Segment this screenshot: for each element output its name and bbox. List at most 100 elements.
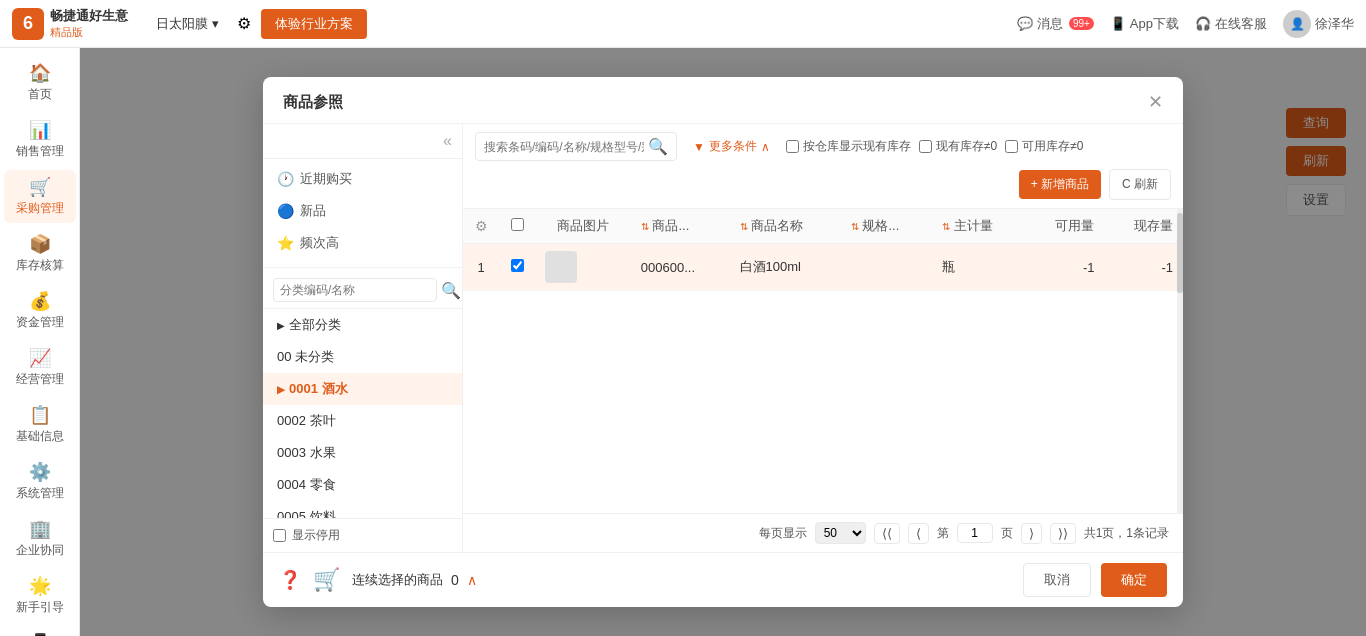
- sidebar-item-operations[interactable]: 📈 经营管理: [4, 341, 76, 394]
- collapse-panel-btn[interactable]: «: [443, 132, 452, 150]
- filter-icon: ▼: [693, 140, 705, 154]
- headset-icon: 🎧: [1195, 16, 1211, 31]
- cart-icon: 🛒: [313, 567, 340, 592]
- quick-link-frequent[interactable]: ⭐ 频次高: [263, 227, 462, 259]
- left-panel: « 🕐 近期购买 🔵 新品 ⭐: [263, 124, 463, 552]
- cart-collapse-icon[interactable]: ∧: [467, 572, 477, 588]
- right-toolbar: 🔍 ▼ 更多条件 ∧ 按仓库显示现有库存: [463, 124, 1183, 209]
- sidebar-label-inventory: 库存核算: [16, 257, 64, 274]
- sidebar-item-basics[interactable]: 📋 基础信息: [4, 398, 76, 451]
- help-icon[interactable]: ❓: [279, 569, 301, 591]
- cat-0003-label: 0003 水果: [277, 444, 336, 462]
- show-disabled-checkbox[interactable]: [273, 529, 286, 542]
- settings-icon[interactable]: ⚙: [237, 14, 251, 33]
- per-page-select[interactable]: 50 100 200: [815, 522, 866, 544]
- column-settings-icon[interactable]: ⚙: [475, 218, 488, 234]
- collab-icon: 🏢: [29, 518, 51, 540]
- page-number-input[interactable]: [957, 523, 993, 543]
- first-page-btn[interactable]: ⟨⟨: [874, 523, 900, 544]
- last-page-btn[interactable]: ⟩⟩: [1050, 523, 1076, 544]
- category-search-input[interactable]: [273, 278, 437, 302]
- row-checkbox-cell[interactable]: [499, 244, 535, 291]
- scrollbar-thumb[interactable]: [1177, 213, 1183, 293]
- guide-icon: 🌟: [29, 575, 51, 597]
- new-icon: 🔵: [277, 203, 294, 219]
- checkbox-existing-stock[interactable]: 现有库存≠0: [919, 138, 997, 155]
- trial-btn[interactable]: 体验行业方案: [261, 9, 367, 39]
- page-suffix: 页: [1001, 525, 1013, 542]
- sidebar-label-collab: 企业协同: [16, 542, 64, 559]
- basics-icon: 📋: [29, 404, 51, 426]
- sidebar-item-home[interactable]: 🏠 首页: [4, 56, 76, 109]
- sidebar-label-purchase: 采购管理: [16, 200, 64, 217]
- nav-service[interactable]: 🎧 在线客服: [1195, 15, 1267, 33]
- scrollbar-track[interactable]: [1177, 209, 1183, 513]
- sidebar-item-purchase[interactable]: 🛒 采购管理: [4, 170, 76, 223]
- search-icon[interactable]: 🔍: [441, 281, 461, 300]
- checkbox-warehouse-stock[interactable]: 按仓库显示现有库存: [786, 138, 911, 155]
- row-num: 1: [463, 244, 499, 291]
- th-name[interactable]: ⇅ 商品名称: [730, 209, 841, 244]
- sidebar-label-system: 系统管理: [16, 485, 64, 502]
- checkbox-available-stock[interactable]: 可用库存≠0: [1005, 138, 1083, 155]
- cat-0001[interactable]: ▶ 0001 酒水: [263, 373, 462, 405]
- cat-0002[interactable]: 0002 茶叶: [263, 405, 462, 437]
- arrow-icon-0001: ▶: [277, 384, 285, 395]
- nav-app[interactable]: 📱 App下载: [1110, 15, 1179, 33]
- select-all-checkbox[interactable]: [511, 218, 524, 231]
- existing-stock-checkbox[interactable]: [919, 140, 932, 153]
- add-product-btn[interactable]: + 新增商品: [1019, 170, 1101, 199]
- product-search-input[interactable]: [484, 140, 644, 154]
- sidebar-label-guide: 新手引导: [16, 599, 64, 616]
- quick-link-new[interactable]: 🔵 新品: [263, 195, 462, 227]
- quick-link-recent[interactable]: 🕐 近期购买: [263, 163, 462, 195]
- row-spec: [841, 244, 932, 291]
- sidebar-item-appcenter[interactable]: 📱 应用中心: [4, 626, 76, 636]
- sidebar-item-finance[interactable]: 💰 资金管理: [4, 284, 76, 337]
- cat-00[interactable]: 00 未分类: [263, 341, 462, 373]
- refresh-table-btn[interactable]: C 刷新: [1109, 169, 1171, 200]
- row-checkbox[interactable]: [511, 259, 524, 272]
- cat-all[interactable]: ▶ 全部分类: [263, 309, 462, 341]
- cat-0004-label: 0004 零食: [277, 476, 336, 494]
- sidebar-item-inventory[interactable]: 📦 库存核算: [4, 227, 76, 280]
- next-page-btn[interactable]: ⟩: [1021, 523, 1042, 544]
- sidebar-item-sales[interactable]: 📊 销售管理: [4, 113, 76, 166]
- th-code[interactable]: ⇅ 商品...: [631, 209, 730, 244]
- right-actions: + 新增商品 C 刷新: [1019, 169, 1171, 200]
- cart-area[interactable]: 🛒: [313, 567, 340, 593]
- warehouse-stock-checkbox[interactable]: [786, 140, 799, 153]
- th-unit[interactable]: ⇅ 主计量: [932, 209, 1026, 244]
- search-magnifier-icon[interactable]: 🔍: [648, 137, 668, 156]
- table-row[interactable]: 1 000600... 白酒100ml: [463, 244, 1183, 291]
- sidebar-label-operations: 经营管理: [16, 371, 64, 388]
- sidebar-item-system[interactable]: ⚙️ 系统管理: [4, 455, 76, 508]
- cat-0005-label: 0005 饮料: [277, 508, 336, 518]
- nav-selector[interactable]: 日太阳膜 ▾: [148, 11, 227, 37]
- sidebar-item-guide[interactable]: 🌟 新手引导: [4, 569, 76, 622]
- cat-0004[interactable]: 0004 零食: [263, 469, 462, 501]
- right-panel: 🔍 ▼ 更多条件 ∧ 按仓库显示现有库存: [463, 124, 1183, 552]
- confirm-btn[interactable]: 确定: [1101, 563, 1167, 597]
- th-spec[interactable]: ⇅ 规格...: [841, 209, 932, 244]
- cat-0003[interactable]: 0003 水果: [263, 437, 462, 469]
- sidebar-label-basics: 基础信息: [16, 428, 64, 445]
- nav-user[interactable]: 👤 徐泽华: [1283, 10, 1354, 38]
- row-name: 白酒100ml: [730, 244, 841, 291]
- sort-icon-unit: ⇅: [942, 221, 950, 232]
- available-stock-checkbox[interactable]: [1005, 140, 1018, 153]
- nav-message[interactable]: 💬 消息 99+: [1017, 15, 1094, 33]
- modal-title: 商品参照: [283, 93, 343, 112]
- cancel-btn[interactable]: 取消: [1023, 563, 1091, 597]
- cat-0002-label: 0002 茶叶: [277, 412, 336, 430]
- filter-more-btn[interactable]: ▼ 更多条件 ∧: [685, 134, 778, 159]
- prev-page-btn[interactable]: ⟨: [908, 523, 929, 544]
- finance-icon: 💰: [29, 290, 51, 312]
- cat-0005[interactable]: 0005 饮料: [263, 501, 462, 518]
- cat-0001-label: 0001 酒水: [289, 380, 348, 398]
- sidebar-item-collab[interactable]: 🏢 企业协同: [4, 512, 76, 565]
- logo-text: 畅捷通好生意 精品版: [50, 7, 128, 40]
- th-stock: 现存量: [1104, 209, 1183, 244]
- footer-right: 取消 确定: [1023, 563, 1167, 597]
- modal-close-btn[interactable]: ✕: [1148, 91, 1163, 113]
